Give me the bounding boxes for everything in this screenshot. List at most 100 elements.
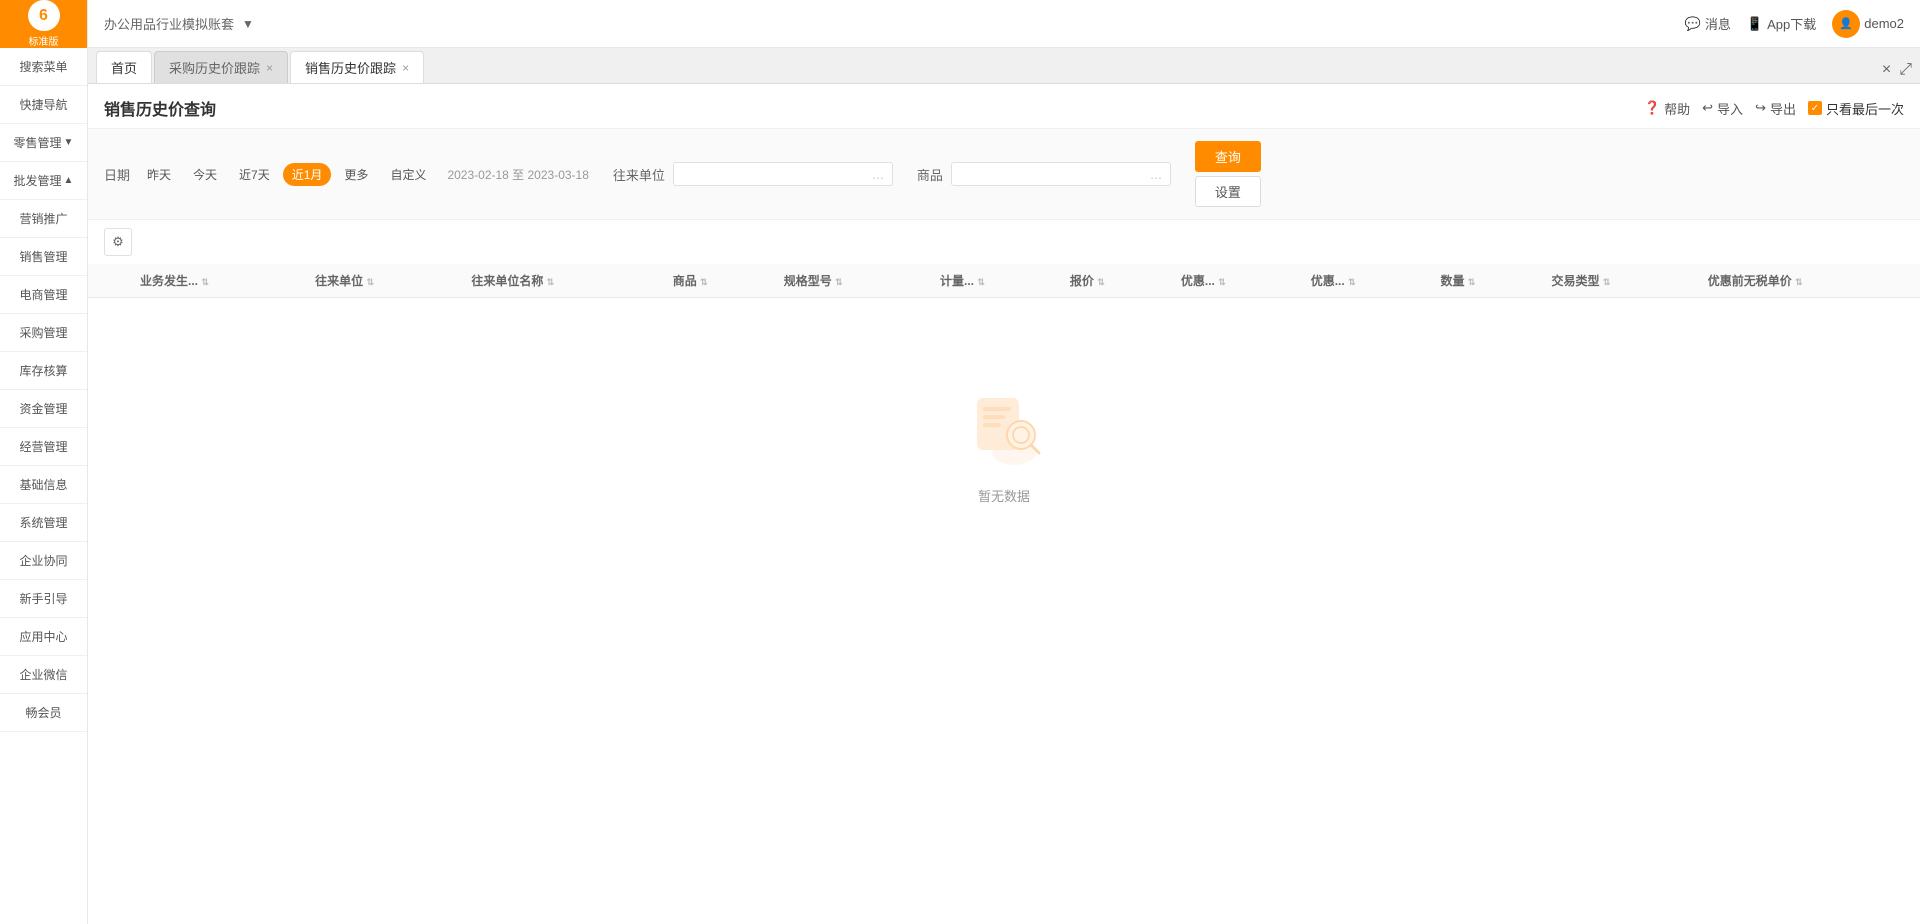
th-spec[interactable]: 规格型号 ⇅ <box>772 264 928 298</box>
data-table: 业务发生... ⇅ 往来单位 ⇅ 往来单位名称 ⇅ 商品 <box>88 264 1920 298</box>
app-download-button[interactable]: 📱 App下载 <box>1747 14 1816 33</box>
tab-sales-history[interactable]: 销售历史价跟踪 × <box>290 51 424 83</box>
partner-dots[interactable]: ... <box>872 166 884 182</box>
sort-icon: ⇅ <box>1348 277 1356 287</box>
sort-icon: ⇅ <box>1468 277 1476 287</box>
close-window-icon[interactable]: × <box>1882 61 1891 79</box>
tab-purchase-history[interactable]: 采购历史价跟踪 × <box>154 51 288 83</box>
sidebar-item-guide[interactable]: 新手引导 <box>0 580 87 618</box>
sidebar: 6 标准版 搜索菜单 快捷导航 零售管理 ▼ 批发管理 ▲ 营销推广 <box>0 0 88 924</box>
help-button[interactable]: ❓ 帮助 <box>1644 99 1690 118</box>
search-button[interactable]: 查询 <box>1195 141 1261 172</box>
sidebar-item-enterprise-wechat[interactable]: 企业微信 <box>0 656 87 694</box>
th-discount1[interactable]: 优惠... ⇅ <box>1169 264 1299 298</box>
page-header: 销售历史价查询 ❓ 帮助 ↩ 导入 ↪ 导出 ✓ 只看最后一次 <box>88 84 1920 129</box>
sort-icon: ⇅ <box>547 277 555 287</box>
user-name: demo2 <box>1864 16 1904 31</box>
empty-icon <box>954 378 1054 478</box>
sidebar-item-purchase-mgmt[interactable]: 采购管理 <box>0 314 87 352</box>
sidebar-item-retail-mgmt[interactable]: 零售管理 ▼ <box>0 124 87 162</box>
user-profile[interactable]: 👤 demo2 <box>1832 10 1904 38</box>
logo-text: 标准版 <box>29 33 59 48</box>
date-btn-1month[interactable]: 近1月 <box>283 163 332 186</box>
table-container: ⚙ 业务发生... ⇅ 往来单位 ⇅ <box>88 220 1920 585</box>
th-goods[interactable]: 商品 ⇅ <box>661 264 772 298</box>
sort-icon: ⇅ <box>1603 277 1611 287</box>
sort-icon: ⇅ <box>1097 277 1105 287</box>
main-area: 办公用品行业模拟账套 ▼ 💬 消息 📱 App下载 👤 demo2 首页 <box>88 0 1920 924</box>
logo[interactable]: 6 标准版 <box>0 0 87 48</box>
th-quote[interactable]: 报价 ⇅ <box>1058 264 1169 298</box>
date-btn-7days[interactable]: 近7天 <box>230 163 279 186</box>
th-unit[interactable]: 计量... ⇅ <box>928 264 1058 298</box>
sort-icon: ⇅ <box>1795 277 1803 287</box>
date-btn-today[interactable]: 今天 <box>184 163 226 186</box>
date-label: 日期 <box>104 165 130 184</box>
sidebar-item-system-mgmt[interactable]: 系统管理 <box>0 504 87 542</box>
close-sales-history-icon[interactable]: × <box>402 61 409 75</box>
only-last-checkbox[interactable]: ✓ 只看最后一次 <box>1808 99 1904 118</box>
date-btn-yesterday[interactable]: 昨天 <box>138 163 180 186</box>
gear-icon: ⚙ <box>112 234 124 250</box>
close-purchase-history-icon[interactable]: × <box>266 61 273 75</box>
sort-icon: ⇅ <box>201 277 209 287</box>
avatar: 👤 <box>1832 10 1860 38</box>
partner-label: 往来单位 <box>613 165 665 184</box>
tab-bar: 首页 采购历史价跟踪 × 销售历史价跟踪 × × ⤢ <box>88 48 1920 84</box>
topbar-left: 办公用品行业模拟账套 ▼ <box>104 14 254 33</box>
th-trade-type[interactable]: 交易类型 ⇅ <box>1540 264 1696 298</box>
sidebar-item-quick-nav[interactable]: 快捷导航 <box>0 86 87 124</box>
sidebar-item-enterprise[interactable]: 企业协同 <box>0 542 87 580</box>
goods-filter-group: 商品 ... <box>917 162 1171 186</box>
tab-home[interactable]: 首页 <box>96 51 152 83</box>
setting-button[interactable]: 设置 <box>1195 176 1261 207</box>
sidebar-item-app-center[interactable]: 应用中心 <box>0 618 87 656</box>
th-discount2[interactable]: 优惠... ⇅ <box>1299 264 1429 298</box>
date-btn-more[interactable]: 更多 <box>335 163 377 186</box>
sidebar-item-ecommerce-mgmt[interactable]: 电商管理 <box>0 276 87 314</box>
download-icon: 📱 <box>1747 16 1763 32</box>
sidebar-item-search-menu[interactable]: 搜索菜单 <box>0 48 87 86</box>
sort-icon: ⇅ <box>835 277 843 287</box>
filter-bar: 日期 昨天 今天 近7天 近1月 更多 自定义 2023-02-18 至 202… <box>88 129 1920 220</box>
partner-input[interactable] <box>682 167 872 182</box>
th-business-date[interactable]: 业务发生... ⇅ <box>128 264 303 298</box>
th-partner-name[interactable]: 往来单位名称 ⇅ <box>459 264 660 298</box>
avatar-text: 👤 <box>1839 17 1853 30</box>
goods-dots[interactable]: ... <box>1150 166 1162 182</box>
page-title: 销售历史价查询 <box>104 96 216 120</box>
date-buttons: 昨天 今天 近7天 近1月 更多 自定义 <box>138 163 435 186</box>
sidebar-item-marketing[interactable]: 营销推广 <box>0 200 87 238</box>
column-settings-button[interactable]: ⚙ <box>104 228 132 256</box>
th-quantity[interactable]: 数量 ⇅ <box>1429 264 1540 298</box>
sort-icon: ⇅ <box>366 277 374 287</box>
goods-input[interactable] <box>960 167 1150 182</box>
sidebar-item-sales-mgmt[interactable]: 销售管理 <box>0 238 87 276</box>
empty-text: 暂无数据 <box>978 486 1030 505</box>
logo-char: 6 <box>39 7 48 25</box>
table-header-row: 业务发生... ⇅ 往来单位 ⇅ 往来单位名称 ⇅ 商品 <box>88 264 1920 298</box>
sidebar-item-member[interactable]: 畅会员 <box>0 694 87 732</box>
sidebar-item-operations[interactable]: 经营管理 <box>0 428 87 466</box>
checkbox-checked-icon: ✓ <box>1808 101 1822 115</box>
export-button[interactable]: ↪ 导出 <box>1755 99 1796 118</box>
import-button[interactable]: ↩ 导入 <box>1702 99 1743 118</box>
goods-label: 商品 <box>917 165 943 184</box>
sidebar-menu: 搜索菜单 快捷导航 零售管理 ▼ 批发管理 ▲ 营销推广 销售管理 电商管理 采 <box>0 48 87 924</box>
sidebar-item-finance[interactable]: 资金管理 <box>0 390 87 428</box>
export-icon: ↪ <box>1755 100 1766 116</box>
sidebar-item-inventory[interactable]: 库存核算 <box>0 352 87 390</box>
help-icon: ❓ <box>1644 100 1660 116</box>
message-button[interactable]: 💬 消息 <box>1685 14 1731 33</box>
maximize-window-icon[interactable]: ⤢ <box>1899 61 1912 79</box>
table-toolbar: ⚙ <box>88 220 1920 264</box>
date-btn-custom[interactable]: 自定义 <box>381 163 435 186</box>
company-dropdown-icon[interactable]: ▼ <box>242 17 254 31</box>
chevron-up-icon: ▲ <box>64 175 74 186</box>
sidebar-item-wholesale-mgmt[interactable]: 批发管理 ▲ <box>0 162 87 200</box>
date-filter-group: 日期 昨天 今天 近7天 近1月 更多 自定义 2023-02-18 至 202… <box>104 163 589 186</box>
topbar-right: 💬 消息 📱 App下载 👤 demo2 <box>1685 10 1904 38</box>
th-partner-code[interactable]: 往来单位 ⇅ <box>303 264 459 298</box>
th-pretax-price[interactable]: 优惠前无税单价 ⇅ <box>1696 264 1920 298</box>
sidebar-item-basic-info[interactable]: 基础信息 <box>0 466 87 504</box>
